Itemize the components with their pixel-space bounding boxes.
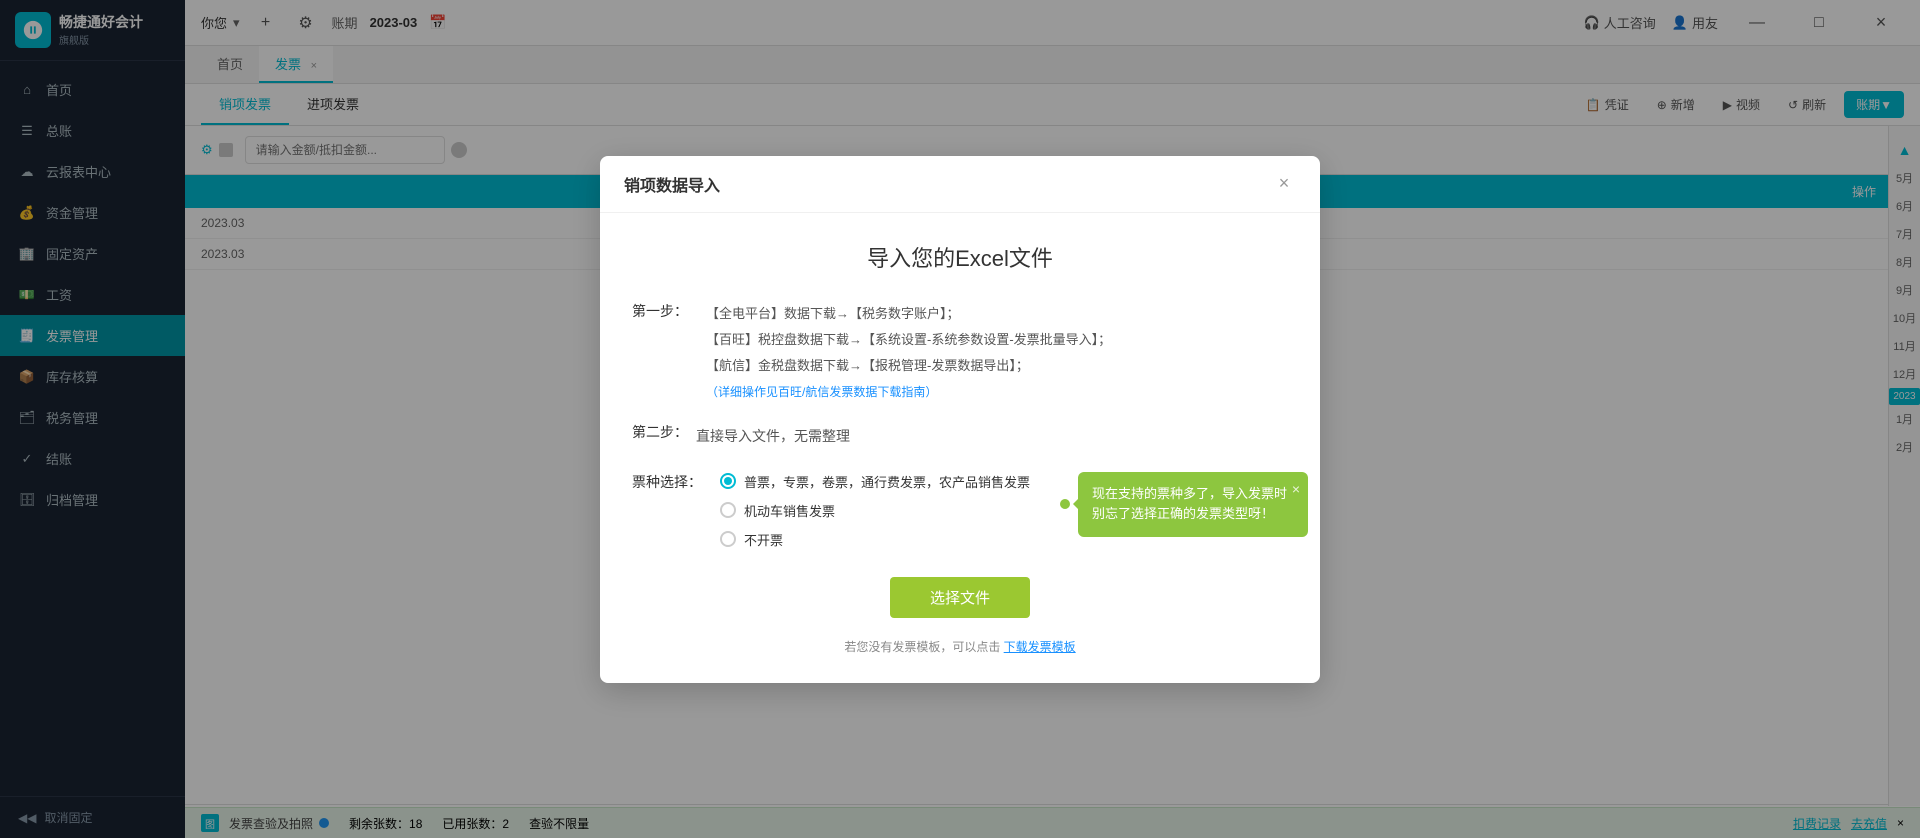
select-file-section: 选择文件 (632, 577, 1288, 618)
radio-label-2: 不开票 (744, 530, 783, 549)
step1-guide-link[interactable]: （详细操作见百旺/航信发票数据下载指南） (706, 385, 937, 399)
radio-checked-0 (720, 473, 736, 489)
radio-group: 普票，专票，卷票，通行费发票，农产品销售发票 机动车销售发票 不开票 (710, 472, 1030, 549)
radio-option-1[interactable]: 机动车销售发票 (720, 501, 1030, 520)
radio-option-2[interactable]: 不开票 (720, 530, 1030, 549)
select-file-button[interactable]: 选择文件 (890, 577, 1030, 618)
radio-unchecked-1 (720, 502, 736, 518)
step2-text: 直接导入文件，无需整理 (696, 426, 850, 446)
step1-content: 【全电平台】数据下载→【税务数字账户】； 【百旺】税控盘数据下载→【系统设置-系… (696, 301, 1111, 400)
ticket-section: 票种选择： 普票，专票，卷票，通行费发票，农产品销售发票 机动车销售发票 (632, 472, 1288, 549)
download-template-link[interactable]: 下载发票模板 (1004, 640, 1076, 654)
radio-unchecked-2 (720, 531, 736, 547)
import-modal: 销项数据导入 × 导入您的Excel文件 第一步： 【全电平台】数据下载→【税务… (600, 156, 1320, 683)
modal-header: 销项数据导入 × (600, 156, 1320, 213)
step2-label: 第二步： (632, 422, 688, 442)
step1-label: 第一步： (632, 301, 688, 321)
ticket-label: 票种选择： (632, 472, 702, 492)
tooltip-close-button[interactable]: × (1292, 478, 1300, 500)
footer-text: 若您没有发票模板，可以点击 (844, 640, 1000, 654)
modal-title: 销项数据导入 (624, 172, 720, 196)
radio-label-0: 普票，专票，卷票，通行费发票，农产品销售发票 (744, 472, 1030, 491)
modal-body: 导入您的Excel文件 第一步： 【全电平台】数据下载→【税务数字账户】； 【百… (600, 213, 1320, 683)
step1-line3: 【航信】金税盘数据下载→【报税管理-发票数据导出】； (706, 353, 1111, 379)
tooltip-text: 现在支持的票种多了，导入发票时别忘了选择正确的发票类型呀！ (1092, 486, 1287, 522)
modal-main-title: 导入您的Excel文件 (632, 241, 1288, 273)
tooltip-box: × 现在支持的票种多了，导入发票时别忘了选择正确的发票类型呀！ (1078, 472, 1308, 538)
modal-overlay[interactable]: 销项数据导入 × 导入您的Excel文件 第一步： 【全电平台】数据下载→【税务… (0, 0, 1920, 838)
step1-section: 第一步： 【全电平台】数据下载→【税务数字账户】； 【百旺】税控盘数据下载→【系… (632, 301, 1288, 400)
radio-option-0[interactable]: 普票，专票，卷票，通行费发票，农产品销售发票 (720, 472, 1030, 491)
tooltip-arrow (1068, 499, 1078, 509)
step1-line2: 【百旺】税控盘数据下载→【系统设置-系统参数设置-发票批量导入】； (706, 327, 1111, 353)
step1-line1: 【全电平台】数据下载→【税务数字账户】； (706, 301, 1111, 327)
radio-label-1: 机动车销售发票 (744, 501, 835, 520)
step2-section: 第二步： 直接导入文件，无需整理 (632, 422, 1288, 450)
tooltip-anchor: × 现在支持的票种多了，导入发票时别忘了选择正确的发票类型呀！ (1060, 472, 1308, 538)
modal-footer: 若您没有发票模板，可以点击 下载发票模板 (632, 638, 1288, 655)
modal-close-button[interactable]: × (1272, 172, 1296, 196)
